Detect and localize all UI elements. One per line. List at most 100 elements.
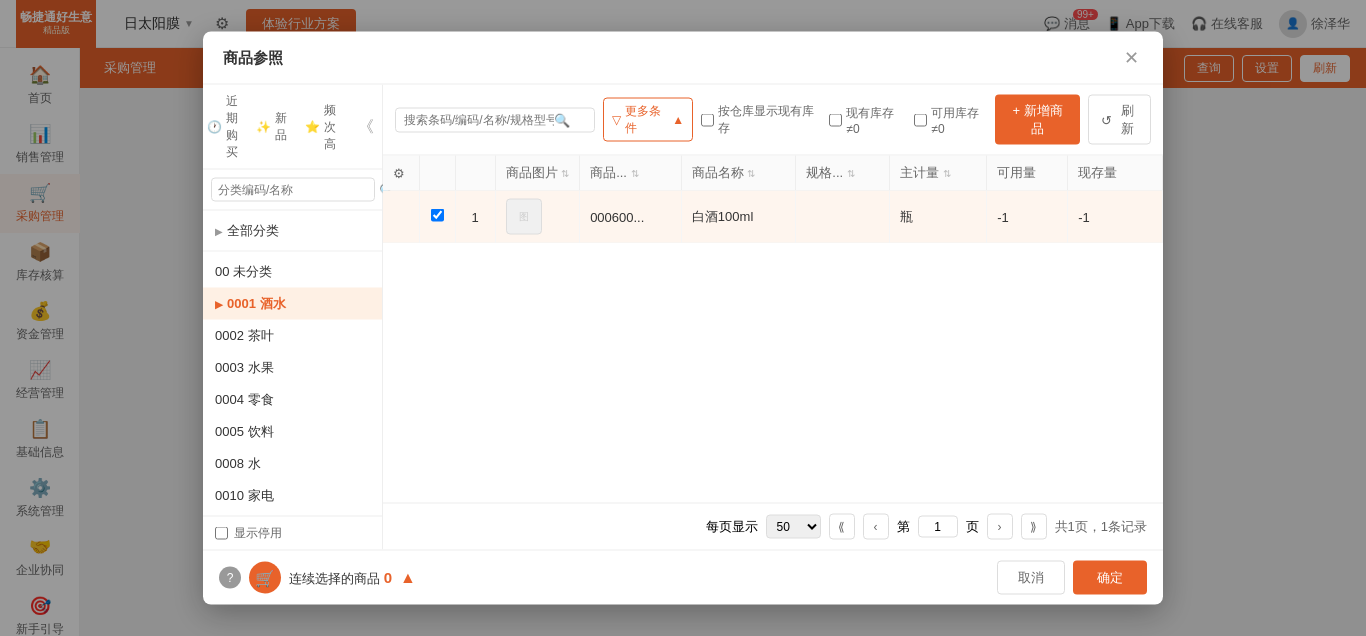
product-table-wrapper: ⚙ 商品图片 ⇅ 商品... ⇅ [383,156,1163,503]
frequent-tab[interactable]: ⭐ 频次高 [301,85,350,169]
panel-collapse-button[interactable]: 《 [350,85,382,169]
th-num [455,156,495,191]
page-size-label: 每页显示 [706,518,758,536]
modal-title: 商品参照 [223,48,283,67]
sort-name-icon[interactable]: ⇅ [747,168,755,179]
cart-button[interactable]: 🛒 [249,562,281,594]
help-icon-btn[interactable]: ? [219,567,241,589]
selected-count-badge: 0 [384,568,392,585]
th-available: 可用量 [987,156,1068,191]
th-code: 商品... ⇅ [580,156,682,191]
available-stock-checkbox[interactable] [914,113,927,126]
row-stock: -1 [1068,190,1163,243]
sort-img-icon[interactable]: ⇅ [561,168,569,179]
checkbox-nonzero-stock[interactable]: 现有库存≠0 [829,104,902,135]
all-arrow: ▶ [215,225,223,236]
table-row[interactable]: 1 图 000600... 白酒100ml 瓶 -1 -1 [383,190,1163,243]
sort-code-icon[interactable]: ⇅ [631,168,639,179]
row-check[interactable] [419,190,455,243]
page-suffix: 页 [966,518,979,536]
product-search-box: 🔍 [395,107,595,132]
row-name[interactable]: 白酒100ml [681,190,795,243]
product-search-input[interactable] [404,113,554,127]
footer-collapse-btn[interactable]: ▲ [400,569,416,587]
refresh-button[interactable]: ↺ 刷新 [1088,95,1151,145]
cancel-button[interactable]: 取消 [997,561,1065,595]
add-product-button[interactable]: + 新增商品 [995,95,1080,145]
page-info: 共1页，1条记录 [1055,518,1147,536]
toolbar: 🔍 ▽ 更多条件 ▲ 按仓库显示现有库存 现有库存≠0 [383,85,1163,156]
new-icon: ✨ [256,120,271,134]
cat-item-0005[interactable]: 0005 饮料 [203,416,382,448]
table-header: ⚙ 商品图片 ⇅ 商品... ⇅ [383,156,1163,191]
page-next-btn[interactable]: › [987,514,1013,540]
page-number-input[interactable] [918,516,958,538]
cat-item-all[interactable]: ▶ 全部分类 [203,215,382,247]
pagination: 每页显示 50 10 20 100 ⟪ ‹ 第 页 › ⟫ 共1页，1条记录 [383,503,1163,550]
th-settings[interactable]: ⚙ [383,156,419,191]
cat-item-00[interactable]: 00 未分类 [203,256,382,288]
th-check [419,156,455,191]
cat-item-0002[interactable]: 0002 茶叶 [203,320,382,352]
more-filter-button[interactable]: ▽ 更多条件 ▲ [603,98,693,142]
sort-unit-icon[interactable]: ⇅ [943,168,951,179]
page-first-btn[interactable]: ⟪ [829,514,855,540]
toolbar-right: + 新增商品 ↺ 刷新 [995,95,1151,145]
product-search-icon[interactable]: 🔍 [554,112,570,127]
product-table: ⚙ 商品图片 ⇅ 商品... ⇅ [383,156,1163,244]
refresh-icon: ↺ [1101,112,1112,127]
by-warehouse-checkbox[interactable] [701,113,714,126]
display-disabled-label[interactable]: 显示停用 [234,525,282,542]
cat-item-0001[interactable]: ▶ 0001 酒水 [203,288,382,320]
modal-close-button[interactable]: ✕ [1119,46,1143,70]
checkbox-by-warehouse[interactable]: 按仓库显示现有库存 [701,103,817,137]
display-disabled-row: 显示停用 [203,516,382,550]
th-stock: 现存量 [1068,156,1163,191]
th-name: 商品名称 ⇅ [681,156,795,191]
row-code: 000600... [580,190,682,243]
th-img: 商品图片 ⇅ [495,156,580,191]
display-disabled-checkbox[interactable] [215,527,228,540]
page-label: 第 [897,518,910,536]
footer-left: ? 🛒 连续选择的商品 0 ▲ [219,562,416,594]
category-tabs: 🕐 近期购买 ✨ 新品 ⭐ 频次高 《 [203,85,382,170]
confirm-button[interactable]: 确定 [1073,561,1147,595]
modal-body: 🕐 近期购买 ✨ 新品 ⭐ 频次高 《 🔍 ▶ [203,85,1163,550]
row-settings [383,190,419,243]
cat-item-0003[interactable]: 0003 水果 [203,352,382,384]
row-unit: 瓶 [890,190,987,243]
recent-purchase-tab[interactable]: 🕐 近期购买 [203,85,252,169]
page-prev-btn[interactable]: ‹ [863,514,889,540]
th-unit: 主计量 ⇅ [890,156,987,191]
active-arrow: ▶ [215,298,223,309]
row-spec [796,190,890,243]
checkbox-available-stock[interactable]: 可用库存≠0 [914,104,987,135]
row-checkbox[interactable] [431,209,444,222]
nonzero-stock-checkbox[interactable] [829,113,842,126]
filter-icon: ▽ [612,113,621,127]
category-search: 🔍 [203,170,382,211]
cat-separator [203,251,382,252]
recent-icon: 🕐 [207,120,222,134]
footer-right: 取消 确定 [997,561,1147,595]
filter-checkboxes: 按仓库显示现有库存 现有库存≠0 可用库存≠0 [701,103,987,137]
star-icon: ⭐ [305,120,320,134]
page-size-select[interactable]: 50 10 20 100 [766,515,821,539]
page-last-btn[interactable]: ⟫ [1021,514,1047,540]
new-product-tab[interactable]: ✨ 新品 [252,85,301,169]
row-available: -1 [987,190,1068,243]
right-panel: 🔍 ▽ 更多条件 ▲ 按仓库显示现有库存 现有库存≠0 [383,85,1163,550]
category-search-input[interactable] [211,178,375,202]
product-reference-modal: 商品参照 ✕ 🕐 近期购买 ✨ 新品 ⭐ 频次高 《 [203,32,1163,605]
category-panel: 🕐 近期购买 ✨ 新品 ⭐ 频次高 《 🔍 ▶ [203,85,383,550]
cat-item-0010[interactable]: 0010 家电 [203,480,382,512]
cat-item-0008[interactable]: 0008 水 [203,448,382,480]
filter-arrow: ▲ [672,113,684,127]
sort-spec-icon[interactable]: ⇅ [847,168,855,179]
selected-label: 连续选择的商品 0 [289,568,392,587]
modal-header: 商品参照 ✕ [203,32,1163,85]
product-image: 图 [506,199,542,235]
th-spec: 规格... ⇅ [796,156,890,191]
category-list: ▶ 全部分类 00 未分类 ▶ 0001 酒水 0002 茶叶 0003 水果 [203,211,382,516]
cat-item-0004[interactable]: 0004 零食 [203,384,382,416]
